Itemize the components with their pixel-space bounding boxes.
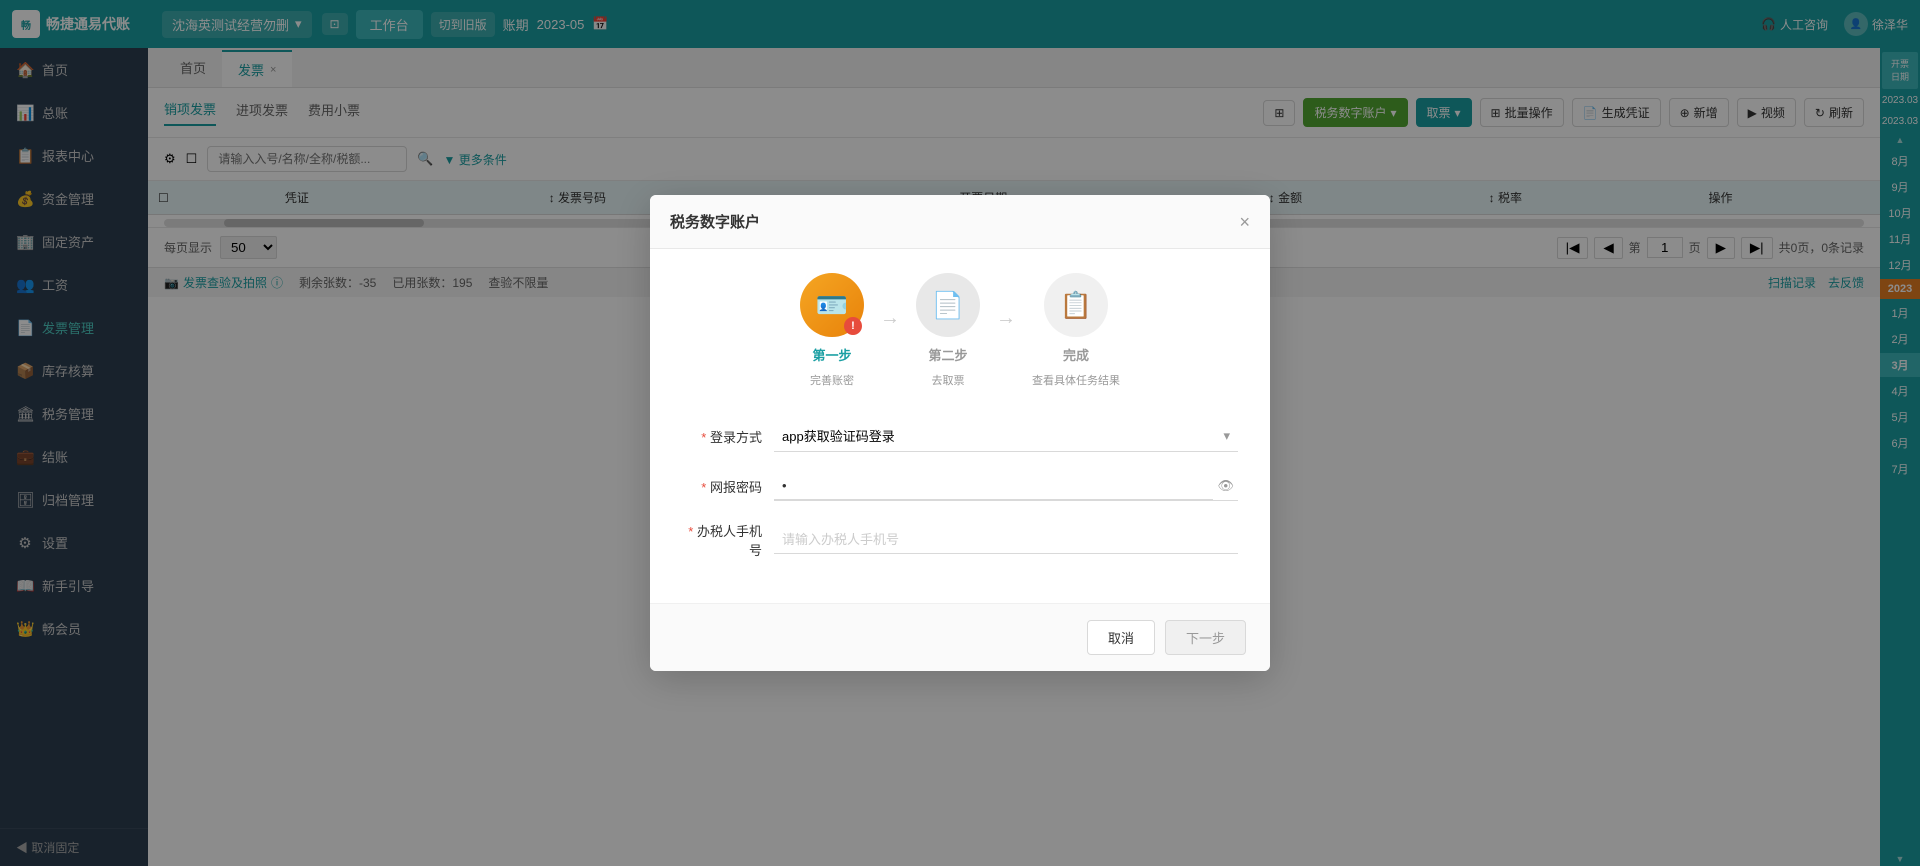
phone-row: * 办税人手机号	[682, 521, 1238, 559]
step-3-icon: 📋	[1044, 273, 1108, 337]
step-3-desc: 查看具体任务结果	[1032, 372, 1120, 388]
required-mark-2: *	[701, 480, 706, 495]
step-1-label: 第一步	[812, 345, 851, 364]
modal-footer: 取消 下一步	[650, 603, 1270, 671]
phone-label: * 办税人手机号	[682, 521, 762, 559]
login-method-label: * 登录方式	[682, 427, 762, 446]
step-1-badge: !	[844, 317, 862, 335]
step-3: 📋 完成 查看具体任务结果	[1032, 273, 1120, 388]
modal-close-btn[interactable]: ×	[1239, 213, 1250, 231]
login-method-value: app获取验证码登录	[782, 426, 895, 445]
next-button[interactable]: 下一步	[1165, 620, 1246, 655]
step-2: 📄 第二步 去取票	[916, 273, 980, 388]
step-3-label: 完成	[1063, 345, 1089, 364]
tax-account-modal: 税务数字账户 × 🪪 ! 第一步 完善账密 →	[650, 195, 1270, 671]
step-1-desc: 完善账密	[810, 372, 854, 388]
modal-header: 税务数字账户 ×	[650, 195, 1270, 249]
login-method-select[interactable]: app获取验证码登录 ▾	[774, 420, 1238, 452]
arrow-1: →	[880, 307, 900, 354]
steps-container: 🪪 ! 第一步 完善账密 → 📄 第二步 去取	[682, 273, 1238, 388]
modal-body: 🪪 ! 第一步 完善账密 → 📄 第二步 去取	[650, 249, 1270, 603]
step-2-icon-wrap: 📄	[916, 273, 980, 337]
step-3-icon-wrap: 📋	[1044, 273, 1108, 337]
step-1-icon-wrap: 🪪 !	[800, 273, 864, 337]
step-2-desc: 去取票	[932, 372, 965, 388]
phone-input[interactable]	[774, 526, 1238, 554]
step-2-label: 第二步	[928, 345, 967, 364]
modal-overlay[interactable]: 税务数字账户 × 🪪 ! 第一步 完善账密 →	[0, 0, 1920, 866]
step-2-icon: 📄	[916, 273, 980, 337]
login-method-dropdown-icon: ▾	[1223, 428, 1230, 444]
password-row: * 网报密码 👁	[682, 472, 1238, 501]
eye-icon[interactable]: 👁	[1213, 474, 1238, 498]
modal-title: 税务数字账户	[670, 211, 760, 232]
step-1: 🪪 ! 第一步 完善账密	[800, 273, 864, 388]
modal-form: * 登录方式 app获取验证码登录 ▾ * 网报密码	[682, 420, 1238, 559]
password-input-wrap: 👁	[774, 472, 1238, 501]
required-mark-3: *	[688, 524, 693, 539]
required-mark-1: *	[701, 430, 706, 445]
cancel-button[interactable]: 取消	[1087, 620, 1155, 655]
password-input[interactable]	[774, 472, 1213, 500]
password-label: * 网报密码	[682, 477, 762, 496]
arrow-2: →	[996, 307, 1016, 354]
login-method-row: * 登录方式 app获取验证码登录 ▾	[682, 420, 1238, 452]
